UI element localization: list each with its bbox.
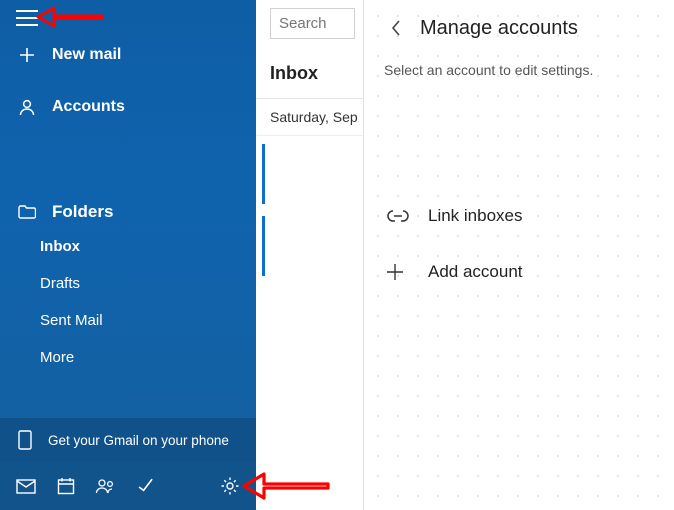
people-app-button[interactable] bbox=[86, 466, 126, 506]
phone-icon bbox=[14, 430, 36, 450]
folder-sent-mail[interactable]: Sent Mail bbox=[40, 302, 244, 339]
mail-app-button[interactable] bbox=[6, 466, 46, 506]
todo-app-button[interactable] bbox=[126, 466, 166, 506]
plus-icon bbox=[386, 263, 416, 281]
folder-inbox[interactable]: Inbox bbox=[40, 228, 244, 265]
search-input[interactable] bbox=[270, 8, 355, 39]
pane-title: Manage accounts bbox=[420, 17, 578, 40]
add-account-action[interactable]: Add account bbox=[382, 244, 656, 300]
folder-more[interactable]: More bbox=[40, 339, 244, 376]
message-item[interactable] bbox=[262, 144, 363, 204]
inbox-heading: Inbox bbox=[256, 47, 363, 99]
folders-header[interactable]: Folders bbox=[0, 190, 256, 228]
link-inboxes-action[interactable]: Link inboxes bbox=[382, 188, 656, 244]
folder-icon bbox=[16, 205, 38, 219]
promo-banner[interactable]: Get your Gmail on your phone bbox=[0, 418, 256, 462]
folder-drafts[interactable]: Drafts bbox=[40, 265, 244, 302]
accounts-label: Accounts bbox=[52, 98, 125, 116]
annotation-arrow-top bbox=[34, 2, 104, 32]
add-account-label: Add account bbox=[428, 262, 523, 282]
link-inboxes-label: Link inboxes bbox=[428, 206, 523, 226]
new-mail-button[interactable]: New mail bbox=[0, 32, 256, 78]
bottom-icon-bar bbox=[0, 462, 256, 510]
message-list-column: Inbox Saturday, Sep bbox=[256, 0, 364, 510]
back-button[interactable] bbox=[382, 14, 410, 42]
date-group-header: Saturday, Sep bbox=[256, 99, 363, 136]
person-icon bbox=[16, 98, 38, 116]
new-mail-label: New mail bbox=[52, 46, 121, 64]
manage-accounts-pane: Manage accounts Select an account to edi… bbox=[364, 0, 674, 510]
promo-label: Get your Gmail on your phone bbox=[48, 433, 229, 448]
link-icon bbox=[386, 208, 416, 224]
plus-icon bbox=[16, 47, 38, 63]
sidebar: New mail Accounts Folders Inbox Drafts S… bbox=[0, 0, 256, 510]
calendar-app-button[interactable] bbox=[46, 466, 86, 506]
pane-subtitle: Select an account to edit settings. bbox=[384, 62, 656, 78]
message-item[interactable] bbox=[262, 216, 363, 276]
folders-header-label: Folders bbox=[52, 202, 113, 222]
folder-list: Inbox Drafts Sent Mail More bbox=[0, 228, 256, 376]
annotation-arrow-bottom bbox=[240, 468, 330, 504]
accounts-nav-item[interactable]: Accounts bbox=[0, 84, 256, 130]
